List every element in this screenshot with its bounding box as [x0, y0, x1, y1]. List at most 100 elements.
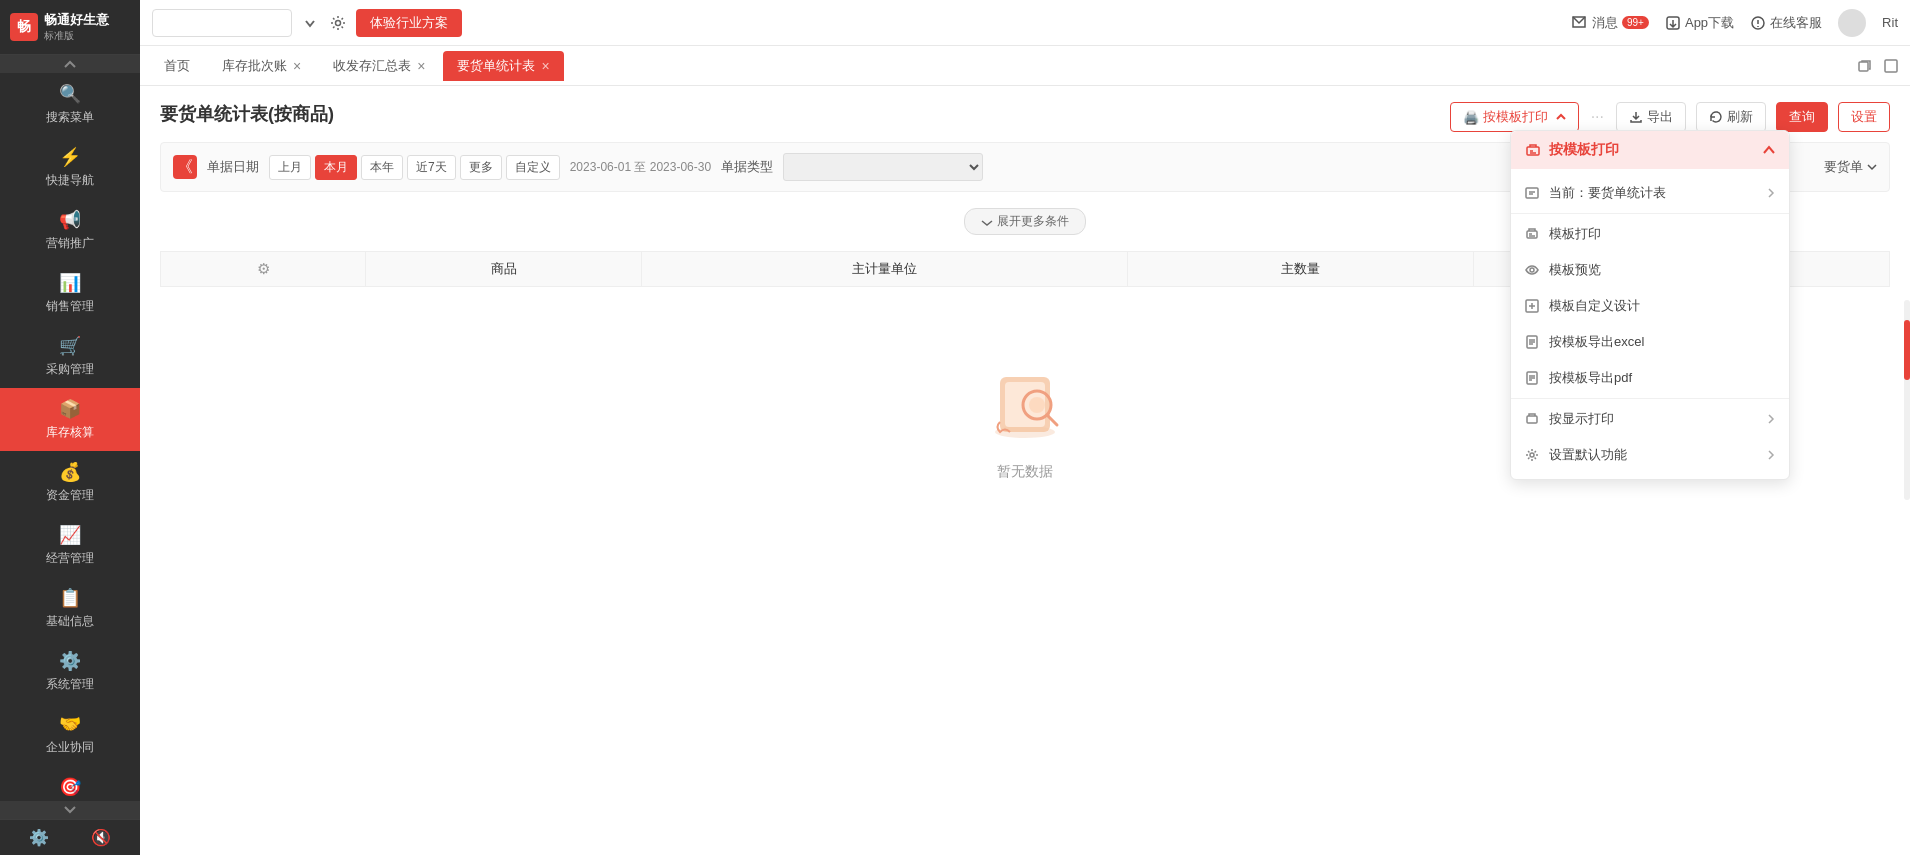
dropdown-display-print[interactable]: 按显示打印	[1511, 401, 1789, 437]
dropdown-template-print[interactable]: 模板打印	[1511, 216, 1789, 252]
dropdown-panel: 按模板打印 当前：要货单统计表 模板打印	[1510, 130, 1790, 480]
tab-maximize-icon[interactable]	[1882, 57, 1900, 75]
online-service-label: 在线客服	[1770, 14, 1822, 32]
purchase-icon: 🛒	[59, 335, 81, 357]
topbar-gear-icon[interactable]	[328, 13, 348, 33]
date-label: 单据日期	[207, 158, 259, 176]
template-print-label: 模板打印	[1549, 225, 1601, 243]
sidebar-item-purchase[interactable]: 🛒 采购管理	[0, 325, 140, 388]
dropdown-header-left: 按模板打印	[1525, 141, 1619, 159]
sidebar-item-system[interactable]: ⚙️ 系统管理	[0, 640, 140, 703]
date-btn-custom[interactable]: 自定义	[506, 155, 560, 180]
sidebar-item-operations[interactable]: 📈 经营管理	[0, 514, 140, 577]
template-preview-label: 模板预览	[1549, 261, 1601, 279]
dropdown-template-excel[interactable]: 按模板导出excel	[1511, 324, 1789, 360]
date-btn-more[interactable]: 更多	[460, 155, 502, 180]
table-gear-icon[interactable]: ⚙	[257, 260, 270, 277]
user-avatar[interactable]	[1838, 9, 1866, 37]
divider-before-display	[1511, 398, 1789, 399]
sidebar-item-sales[interactable]: 📊 销售管理	[0, 262, 140, 325]
username-label[interactable]: Rit	[1882, 15, 1898, 30]
sidebar-item-label: 系统管理	[46, 676, 94, 693]
type-label: 单据类型	[721, 158, 773, 176]
tab-home[interactable]: 首页	[150, 51, 204, 81]
default-func-icon	[1525, 448, 1539, 462]
scrollbar-thumb[interactable]	[1904, 320, 1910, 380]
tab-restore-icon[interactable]	[1856, 57, 1874, 75]
date-range: 2023-06-01 至 2023-06-30	[570, 159, 711, 176]
refresh-icon	[1709, 110, 1723, 124]
export-label: 导出	[1647, 108, 1673, 126]
refresh-btn[interactable]: 刷新	[1696, 102, 1766, 132]
mute-icon[interactable]: 🔇	[91, 828, 111, 847]
print-template-btn[interactable]: 🖨️ 按模板打印	[1450, 102, 1579, 132]
tab-inventory-batch[interactable]: 库存批次账 ×	[208, 51, 315, 81]
sidebar-item-shortcut[interactable]: ⚡ 快捷导航	[0, 136, 140, 199]
divider-after-current	[1511, 213, 1789, 214]
tab-collection-summary-close[interactable]: ×	[417, 59, 425, 73]
sidebar-item-label: 采购管理	[46, 361, 94, 378]
sidebar-item-marketing[interactable]: 📢 营销推广	[0, 199, 140, 262]
main-area: 体验行业方案 消息 99+ App下载 在线客服 Rit 首页 库存	[140, 0, 1910, 855]
tab-collection-summary[interactable]: 收发存汇总表 ×	[319, 51, 439, 81]
logo-text: 畅通好生意 标准版	[44, 12, 109, 42]
topbar-dropdown-icon[interactable]	[300, 13, 320, 33]
tab-order-stats-close[interactable]: ×	[541, 59, 549, 73]
topbar-search-input[interactable]	[152, 9, 292, 37]
print-chevron-up-icon	[1556, 112, 1566, 122]
sidebar-item-label: 快捷导航	[46, 172, 94, 189]
page-scrollbar[interactable]	[1904, 300, 1910, 500]
date-btn-prev[interactable]: 上月	[269, 155, 311, 180]
settings-bottom-icon[interactable]: ⚙️	[29, 828, 49, 847]
date-btn-year[interactable]: 本年	[361, 155, 403, 180]
type-select[interactable]	[783, 153, 983, 181]
sidebar-scroll-down[interactable]	[0, 801, 140, 819]
filter-expand-btn[interactable]: 《	[173, 155, 197, 179]
shortcut-icon: ⚡	[59, 146, 81, 168]
date-btn-current[interactable]: 本月	[315, 155, 357, 180]
export-icon	[1629, 110, 1643, 124]
dropdown-print-icon	[1525, 142, 1541, 158]
sidebar-item-search[interactable]: 🔍 搜索菜单	[0, 73, 140, 136]
dropdown-template-design[interactable]: 模板自定义设计	[1511, 288, 1789, 324]
page-actions: 🖨️ 按模板打印 ··· 导出 刷新 查询 设置	[1450, 102, 1890, 132]
template-pdf-icon	[1525, 371, 1539, 385]
sidebar-item-basic[interactable]: 📋 基础信息	[0, 577, 140, 640]
svg-point-19	[1530, 453, 1534, 457]
dropdown-template-pdf[interactable]: 按模板导出pdf	[1511, 360, 1789, 396]
app-download-btn[interactable]: App下载	[1665, 14, 1734, 32]
sidebar-item-guide[interactable]: 🎯 新手引导	[0, 766, 140, 801]
date-btn-week7[interactable]: 近7天	[407, 155, 456, 180]
current-template-label: 当前：要货单统计表	[1549, 184, 1757, 202]
dropdown-current-template[interactable]: 当前：要货单统计表	[1511, 175, 1789, 211]
query-btn[interactable]: 查询	[1776, 102, 1828, 132]
table-col-settings[interactable]: ⚙	[161, 252, 366, 287]
export-btn[interactable]: 导出	[1616, 102, 1686, 132]
tab-order-stats[interactable]: 要货单统计表 ×	[443, 51, 563, 81]
sidebar-item-collab[interactable]: 🤝 企业协同	[0, 703, 140, 766]
sidebar-item-label: 基础信息	[46, 613, 94, 630]
dropdown-template-preview[interactable]: 模板预览	[1511, 252, 1789, 288]
trial-btn[interactable]: 体验行业方案	[356, 9, 462, 37]
sidebar-item-inventory[interactable]: 📦 库存核算	[0, 388, 140, 451]
sidebar-item-label: 销售管理	[46, 298, 94, 315]
online-service-btn[interactable]: 在线客服	[1750, 14, 1822, 32]
sidebar-scroll-up[interactable]	[0, 55, 140, 73]
app-title: 畅通好生意	[44, 12, 109, 29]
sidebar-item-label: 企业协同	[46, 739, 94, 756]
order-type-chevron-icon	[1867, 163, 1877, 171]
svg-rect-18	[1527, 416, 1537, 423]
dropdown-default-func[interactable]: 设置默认功能	[1511, 437, 1789, 473]
expand-more-btn[interactable]: 展开更多条件	[964, 208, 1086, 235]
basic-icon: 📋	[59, 587, 81, 609]
dropdown-title: 按模板打印	[1549, 141, 1619, 159]
tab-inventory-batch-close[interactable]: ×	[293, 59, 301, 73]
settings-btn[interactable]: 设置	[1838, 102, 1890, 132]
messages-btn[interactable]: 消息 99+	[1570, 14, 1649, 32]
tab-order-stats-label: 要货单统计表	[457, 57, 535, 75]
tab-home-label: 首页	[164, 57, 190, 75]
template-preview-icon	[1525, 263, 1539, 277]
dropdown-panel-body: 当前：要货单统计表 模板打印 模板预览 模板自定义设计	[1511, 169, 1789, 479]
sidebar-item-label: 搜索菜单	[46, 109, 94, 126]
sidebar-item-finance[interactable]: 💰 资金管理	[0, 451, 140, 514]
